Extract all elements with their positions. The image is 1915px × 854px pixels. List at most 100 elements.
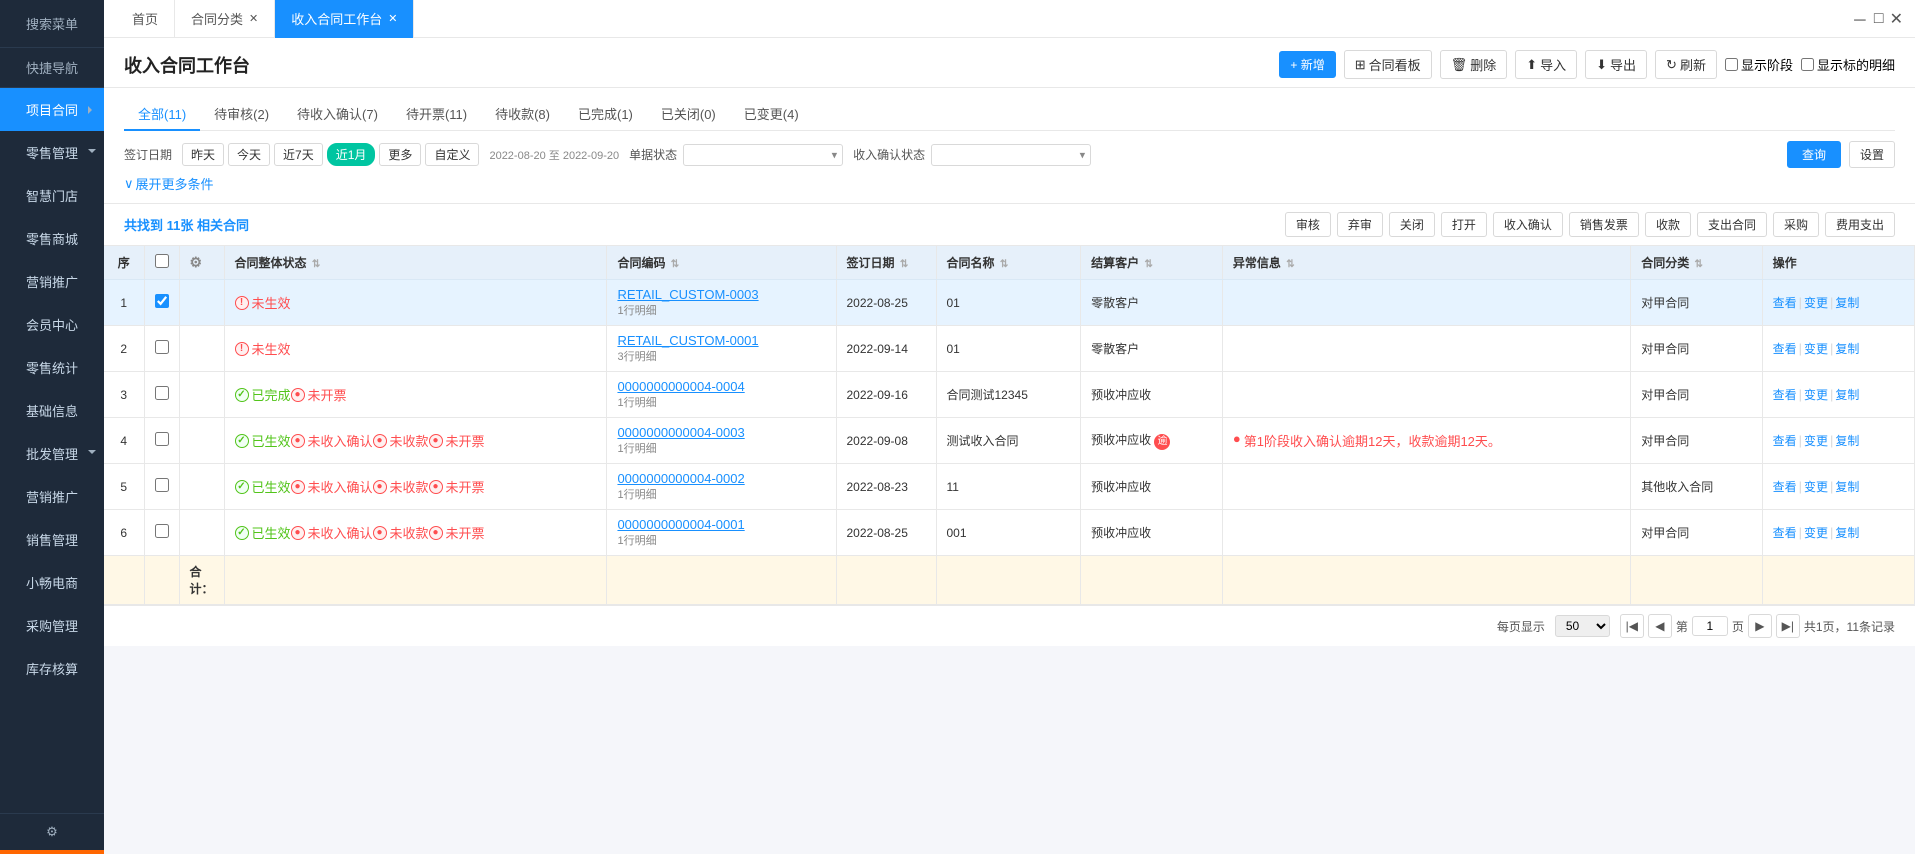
- action-btn-采购[interactable]: 采购: [1773, 212, 1819, 237]
- op-查看-0[interactable]: 查看: [1773, 296, 1797, 310]
- import-btn[interactable]: ⬆ 导入: [1515, 50, 1577, 79]
- board-btn[interactable]: ⊞ 合同看板: [1344, 50, 1432, 79]
- op-复制-3[interactable]: 复制: [1835, 434, 1859, 448]
- row-checkbox-5[interactable]: [155, 524, 169, 538]
- status-tab-all[interactable]: 全部(11): [124, 98, 200, 131]
- sort-error-icon[interactable]: ⇅: [1286, 259, 1294, 270]
- op-查看-3[interactable]: 查看: [1773, 434, 1797, 448]
- op-变更-5[interactable]: 变更: [1804, 526, 1828, 540]
- action-btn-收入确认[interactable]: 收入确认: [1493, 212, 1563, 237]
- op-变更-0[interactable]: 变更: [1804, 296, 1828, 310]
- sidebar-item-wholesale_mgr[interactable]: 批发管理: [0, 432, 104, 475]
- op-复制-0[interactable]: 复制: [1835, 296, 1859, 310]
- op-复制-2[interactable]: 复制: [1835, 388, 1859, 402]
- window-close[interactable]: ✕: [1890, 9, 1903, 29]
- action-btn-销售发票[interactable]: 销售发票: [1569, 212, 1639, 237]
- op-查看-5[interactable]: 查看: [1773, 526, 1797, 540]
- sidebar-item-project[interactable]: 项目合同: [0, 88, 104, 131]
- sidebar-settings[interactable]: ⚙: [0, 813, 104, 850]
- tab-income-workbench-close[interactable]: ✕: [388, 12, 397, 25]
- more-btn[interactable]: 更多: [379, 143, 421, 166]
- tab-home[interactable]: 首页: [116, 0, 175, 38]
- delete-btn[interactable]: 🗑 删除: [1440, 50, 1508, 79]
- sidebar-item-retail_mall[interactable]: 零售商城: [0, 217, 104, 260]
- refresh-btn[interactable]: ↻ 刷新: [1655, 50, 1717, 79]
- status-tab-pending_payment[interactable]: 待收款(8): [481, 98, 564, 131]
- status-tab-pending_review[interactable]: 待审核(2): [200, 98, 283, 131]
- row-checkbox-3[interactable]: [155, 432, 169, 446]
- last7-btn[interactable]: 近7天: [274, 143, 323, 166]
- tab-contract-cat[interactable]: 合同分类 ✕: [175, 0, 275, 38]
- sidebar-item-purchase[interactable]: 采购管理: [0, 604, 104, 647]
- select-all-checkbox[interactable]: [155, 254, 169, 268]
- code-link-4[interactable]: 0000000000004-0002: [617, 471, 744, 486]
- action-btn-收款[interactable]: 收款: [1645, 212, 1691, 237]
- code-link-2[interactable]: 0000000000004-0004: [617, 379, 744, 394]
- sidebar-item-retail_stat[interactable]: 零售统计: [0, 346, 104, 389]
- sidebar-item-smart_store[interactable]: 智慧门店: [0, 174, 104, 217]
- op-查看-1[interactable]: 查看: [1773, 342, 1797, 356]
- sidebar-item-marketing[interactable]: 营销推广: [0, 260, 104, 303]
- code-link-0[interactable]: RETAIL_CUSTOM-0003: [617, 287, 758, 302]
- sidebar-item-marketing2[interactable]: 营销推广: [0, 475, 104, 518]
- sort-date-icon[interactable]: ⇅: [900, 259, 908, 270]
- last1m-btn[interactable]: 近1月: [327, 143, 376, 166]
- op-变更-4[interactable]: 变更: [1804, 480, 1828, 494]
- sidebar-item-sales_mgr[interactable]: 销售管理: [0, 518, 104, 561]
- sidebar-item-retail_mgr[interactable]: 零售管理: [0, 131, 104, 174]
- action-btn-关闭[interactable]: 关闭: [1389, 212, 1435, 237]
- new-btn[interactable]: + 新增: [1279, 51, 1335, 78]
- code-link-1[interactable]: RETAIL_CUSTOM-0001: [617, 333, 758, 348]
- action-btn-费用支出[interactable]: 费用支出: [1825, 212, 1895, 237]
- op-复制-1[interactable]: 复制: [1835, 342, 1859, 356]
- code-link-3[interactable]: 0000000000004-0003: [617, 425, 744, 440]
- action-btn-审核[interactable]: 审核: [1285, 212, 1331, 237]
- page-size-select[interactable]: 50 10 20 100: [1555, 615, 1610, 637]
- page-next-btn[interactable]: ▶: [1748, 614, 1772, 638]
- row-checkbox-0[interactable]: [155, 294, 169, 308]
- sort-code-icon[interactable]: ⇅: [671, 259, 679, 270]
- row-checkbox-2[interactable]: [155, 386, 169, 400]
- row-checkbox-4[interactable]: [155, 478, 169, 492]
- settings-btn[interactable]: 设置: [1849, 141, 1895, 168]
- query-btn[interactable]: 查询: [1787, 141, 1841, 168]
- row-checkbox-1[interactable]: [155, 340, 169, 354]
- sort-customer-icon[interactable]: ⇅: [1144, 259, 1152, 270]
- op-复制-5[interactable]: 复制: [1835, 526, 1859, 540]
- status-tab-changed[interactable]: 已变更(4): [730, 98, 813, 131]
- page-prev-btn[interactable]: ◀: [1648, 614, 1672, 638]
- op-查看-2[interactable]: 查看: [1773, 388, 1797, 402]
- tab-contract-cat-close[interactable]: ✕: [249, 12, 258, 25]
- page-last-btn[interactable]: ▶|: [1776, 614, 1800, 638]
- show-stage-checkbox[interactable]: [1725, 58, 1738, 71]
- show-mark-checkbox[interactable]: [1801, 58, 1814, 71]
- page-input[interactable]: [1692, 616, 1728, 636]
- custom-btn[interactable]: 自定义: [425, 143, 479, 166]
- window-minimize[interactable]: －: [1852, 7, 1868, 31]
- sidebar-item-stock[interactable]: 库存核算: [0, 647, 104, 690]
- page-first-btn[interactable]: |◀: [1620, 614, 1644, 638]
- sort-name-icon[interactable]: ⇅: [1000, 259, 1008, 270]
- op-变更-2[interactable]: 变更: [1804, 388, 1828, 402]
- status-tab-pending_invoice[interactable]: 待开票(11): [392, 98, 481, 131]
- action-btn-支出合同[interactable]: 支出合同: [1697, 212, 1767, 237]
- sort-type-icon[interactable]: ⇅: [1695, 259, 1703, 270]
- op-复制-4[interactable]: 复制: [1835, 480, 1859, 494]
- income-confirm-select[interactable]: [931, 144, 1091, 166]
- expand-conditions-btn[interactable]: ∨ 展开更多条件: [124, 174, 1895, 193]
- export-btn[interactable]: ⬇ 导出: [1585, 50, 1647, 79]
- sidebar-item-base_info[interactable]: 基础信息: [0, 389, 104, 432]
- today-btn[interactable]: 今天: [228, 143, 270, 166]
- table-settings-icon[interactable]: ⚙: [190, 254, 203, 270]
- status-tab-pending_income[interactable]: 待收入确认(7): [283, 98, 392, 131]
- status-tab-completed[interactable]: 已完成(1): [564, 98, 647, 131]
- op-变更-3[interactable]: 变更: [1804, 434, 1828, 448]
- tab-income-workbench[interactable]: 收入合同工作台 ✕: [275, 0, 414, 38]
- sidebar-item-member[interactable]: 会员中心: [0, 303, 104, 346]
- status-tab-closed[interactable]: 已关闭(0): [647, 98, 730, 131]
- sidebar-quick-nav[interactable]: 快捷导航: [0, 48, 104, 88]
- sidebar-item-ecom[interactable]: 小畅电商: [0, 561, 104, 604]
- code-link-5[interactable]: 0000000000004-0001: [617, 517, 744, 532]
- doc-status-select[interactable]: [683, 144, 843, 166]
- window-maximize[interactable]: □: [1874, 10, 1884, 28]
